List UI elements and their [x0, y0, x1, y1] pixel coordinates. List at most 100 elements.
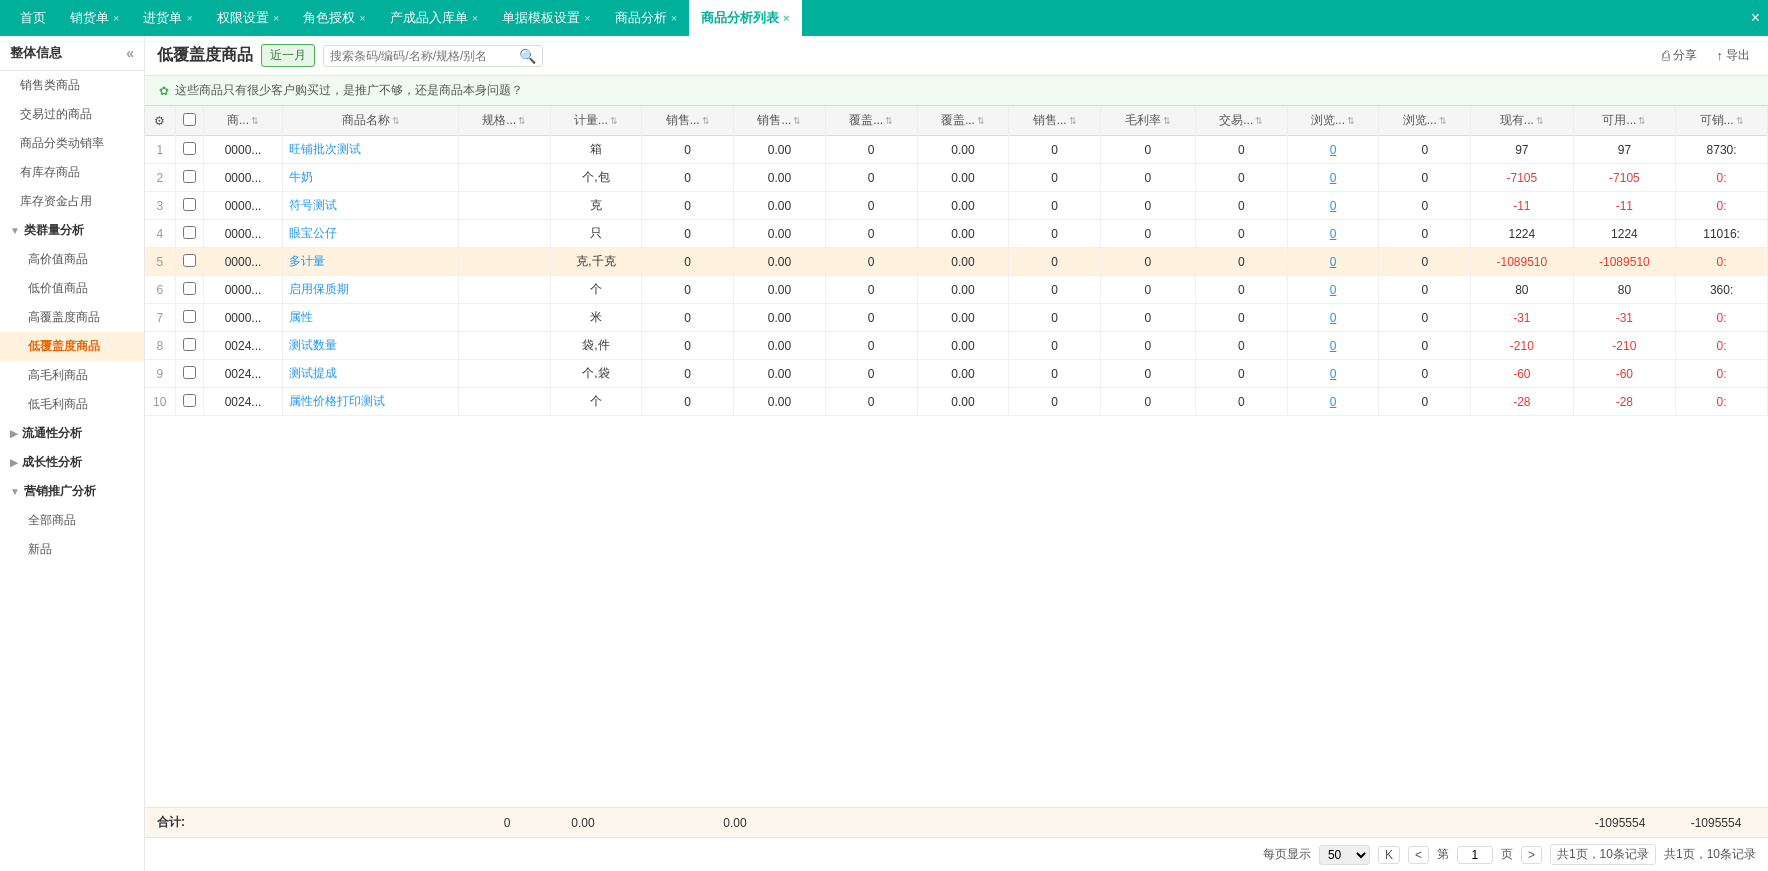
- nav-tab-sales[interactable]: 销货单 ×: [58, 0, 131, 36]
- row-browse1[interactable]: 0: [1287, 304, 1379, 332]
- sort-icon[interactable]: ⇅: [1536, 116, 1544, 126]
- sidebar-item-high-margin[interactable]: 高毛利商品: [0, 361, 144, 390]
- row-name[interactable]: 牛奶: [283, 164, 458, 192]
- row-checkbox[interactable]: [175, 164, 203, 192]
- row-browse1[interactable]: 0: [1287, 136, 1379, 164]
- sort-icon[interactable]: ⇅: [793, 116, 801, 126]
- row-name[interactable]: 属性价格打印测试: [283, 388, 458, 416]
- settings-column-header[interactable]: ⚙: [145, 106, 175, 136]
- sort-icon[interactable]: ⇅: [1255, 116, 1263, 126]
- close-icon[interactable]: ×: [783, 12, 789, 24]
- row-select-checkbox[interactable]: [183, 282, 196, 295]
- sort-icon[interactable]: ⇅: [1069, 116, 1077, 126]
- sort-icon[interactable]: ⇅: [518, 116, 526, 126]
- next-page-button[interactable]: >: [1521, 846, 1542, 864]
- row-checkbox[interactable]: [175, 360, 203, 388]
- row-name[interactable]: 属性: [283, 304, 458, 332]
- row-checkbox[interactable]: [175, 248, 203, 276]
- row-checkbox[interactable]: [175, 192, 203, 220]
- share-button[interactable]: ⎙ 分享: [1656, 45, 1703, 66]
- row-name[interactable]: 符号测试: [283, 192, 458, 220]
- last-page-button[interactable]: 共1页，10条记录: [1550, 844, 1656, 865]
- close-icon[interactable]: ×: [273, 12, 279, 24]
- sort-icon[interactable]: ⇅: [610, 116, 618, 126]
- sort-icon[interactable]: ⇅: [1163, 116, 1171, 126]
- search-icon[interactable]: 🔍: [519, 48, 536, 64]
- nav-tab-analysis-list[interactable]: 商品分析列表 ×: [689, 0, 801, 36]
- nav-tab-analysis[interactable]: 商品分析 ×: [603, 0, 689, 36]
- row-browse1[interactable]: 0: [1287, 220, 1379, 248]
- sidebar-item-high-value[interactable]: 高价值商品: [0, 245, 144, 274]
- sidebar-group-marketing[interactable]: ▼ 营销推广分析: [0, 477, 144, 506]
- row-select-checkbox[interactable]: [183, 254, 196, 267]
- row-name[interactable]: 测试数量: [283, 332, 458, 360]
- close-icon[interactable]: ×: [472, 12, 478, 24]
- row-browse1[interactable]: 0: [1287, 164, 1379, 192]
- row-select-checkbox[interactable]: [183, 226, 196, 239]
- row-browse1[interactable]: 0: [1287, 388, 1379, 416]
- row-select-checkbox[interactable]: [183, 198, 196, 211]
- sidebar-item-low-value[interactable]: 低价值商品: [0, 274, 144, 303]
- date-filter-button[interactable]: 近一月: [261, 44, 315, 67]
- sort-icon[interactable]: ⇅: [251, 116, 259, 126]
- row-browse1[interactable]: 0: [1287, 248, 1379, 276]
- sidebar-item-low-margin[interactable]: 低毛利商品: [0, 390, 144, 419]
- row-select-checkbox[interactable]: [183, 170, 196, 183]
- row-name[interactable]: 眼宝公仔: [283, 220, 458, 248]
- row-browse1[interactable]: 0: [1287, 276, 1379, 304]
- row-name[interactable]: 测试提成: [283, 360, 458, 388]
- page-number-input[interactable]: [1457, 846, 1493, 864]
- nav-tab-purchase[interactable]: 进货单 ×: [131, 0, 204, 36]
- close-all-tabs-button[interactable]: ×: [1751, 9, 1760, 27]
- sidebar-item-stocked-goods[interactable]: 有库存商品: [0, 158, 144, 187]
- nav-tab-permission[interactable]: 权限设置 ×: [205, 0, 291, 36]
- sidebar-item-sales-goods[interactable]: 销售类商品: [0, 71, 144, 100]
- sidebar-item-high-coverage[interactable]: 高覆盖度商品: [0, 303, 144, 332]
- sidebar-item-all-goods[interactable]: 全部商品: [0, 506, 144, 535]
- sort-icon[interactable]: ⇅: [1347, 116, 1355, 126]
- row-checkbox[interactable]: [175, 304, 203, 332]
- sort-icon[interactable]: ⇅: [1638, 116, 1646, 126]
- row-browse1[interactable]: 0: [1287, 332, 1379, 360]
- close-icon[interactable]: ×: [359, 12, 365, 24]
- row-checkbox[interactable]: [175, 136, 203, 164]
- search-input[interactable]: [330, 49, 515, 63]
- prev-page-button[interactable]: <: [1408, 846, 1429, 864]
- sidebar-group-circulation[interactable]: ▶ 流通性分析: [0, 419, 144, 448]
- sidebar-collapse-button[interactable]: «: [126, 45, 134, 61]
- sidebar-group-growth[interactable]: ▶ 成长性分析: [0, 448, 144, 477]
- row-select-checkbox[interactable]: [183, 310, 196, 323]
- row-checkbox[interactable]: [175, 332, 203, 360]
- sort-icon[interactable]: ⇅: [885, 116, 893, 126]
- row-browse1[interactable]: 0: [1287, 192, 1379, 220]
- sort-icon[interactable]: ⇅: [702, 116, 710, 126]
- close-icon[interactable]: ×: [584, 12, 590, 24]
- sidebar-item-low-coverage[interactable]: 低覆盖度商品: [0, 332, 144, 361]
- sidebar-item-new-goods[interactable]: 新品: [0, 535, 144, 564]
- sidebar-group-cluster[interactable]: ▼ 类群量分析: [0, 216, 144, 245]
- sidebar-item-traded-goods[interactable]: 交易过的商品: [0, 100, 144, 129]
- row-browse1[interactable]: 0: [1287, 360, 1379, 388]
- row-select-checkbox[interactable]: [183, 394, 196, 407]
- row-checkbox[interactable]: [175, 388, 203, 416]
- close-icon[interactable]: ×: [113, 12, 119, 24]
- sidebar-item-stock-capital[interactable]: 库存资金占用: [0, 187, 144, 216]
- row-checkbox[interactable]: [175, 220, 203, 248]
- row-select-checkbox[interactable]: [183, 142, 196, 155]
- sort-icon[interactable]: ⇅: [392, 116, 400, 126]
- row-name[interactable]: 旺铺批次测试: [283, 136, 458, 164]
- row-name[interactable]: 启用保质期: [283, 276, 458, 304]
- row-name[interactable]: 多计量: [283, 248, 458, 276]
- checkbox-column-header[interactable]: [175, 106, 203, 136]
- nav-tab-template[interactable]: 单据模板设置 ×: [490, 0, 602, 36]
- nav-tab-home[interactable]: 首页: [8, 0, 58, 36]
- page-size-select[interactable]: 50 20 100: [1319, 845, 1370, 865]
- row-checkbox[interactable]: [175, 276, 203, 304]
- row-select-checkbox[interactable]: [183, 338, 196, 351]
- close-icon[interactable]: ×: [186, 12, 192, 24]
- export-button[interactable]: ↑ 导出: [1711, 45, 1757, 66]
- sort-icon[interactable]: ⇅: [977, 116, 985, 126]
- close-icon[interactable]: ×: [671, 12, 677, 24]
- nav-tab-role[interactable]: 角色授权 ×: [291, 0, 377, 36]
- row-select-checkbox[interactable]: [183, 366, 196, 379]
